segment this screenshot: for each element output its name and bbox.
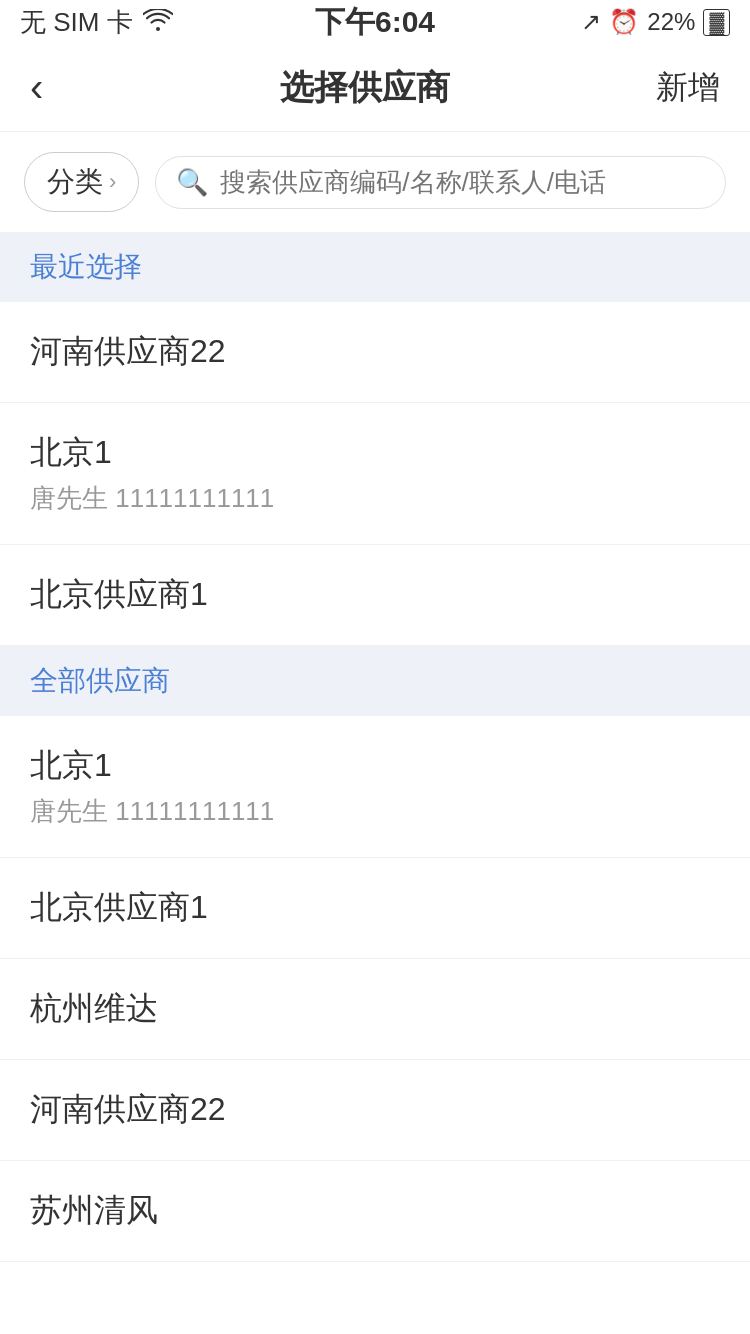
- status-time: 下午6:04: [315, 2, 435, 43]
- status-right: ↗ ⏰ 22% ▓: [581, 8, 730, 36]
- status-left: 无 SIM 卡: [20, 5, 173, 40]
- item-name: 北京1: [30, 431, 720, 475]
- item-name: 北京供应商1: [30, 573, 720, 617]
- add-button[interactable]: 新增: [640, 66, 720, 110]
- status-bar: 无 SIM 卡 下午6:04 ↗ ⏰ 22% ▓: [0, 0, 750, 44]
- search-box[interactable]: 🔍: [155, 156, 726, 209]
- item-name: 河南供应商22: [30, 330, 720, 374]
- filter-row: 分类 › 🔍: [0, 132, 750, 232]
- carrier-label: 无 SIM 卡: [20, 5, 133, 40]
- list-item[interactable]: 河南供应商22: [0, 302, 750, 403]
- list-item[interactable]: 北京1 唐先生 11111111111: [0, 403, 750, 545]
- location-icon: ↗: [581, 8, 601, 36]
- category-button[interactable]: 分类 ›: [24, 152, 139, 212]
- item-name: 北京1: [30, 744, 720, 788]
- list-item[interactable]: 北京1 唐先生 11111111111: [0, 716, 750, 858]
- item-sub: 唐先生 11111111111: [30, 794, 720, 829]
- battery-icon: ▓: [703, 9, 730, 36]
- back-button[interactable]: ‹: [30, 65, 90, 110]
- page-title: 选择供应商: [280, 65, 450, 111]
- category-label: 分类: [47, 163, 103, 201]
- item-name: 苏州清风: [30, 1189, 720, 1233]
- list-item[interactable]: 河南供应商22: [0, 1060, 750, 1161]
- list-item[interactable]: 苏州清风: [0, 1161, 750, 1262]
- item-name: 杭州维达: [30, 987, 720, 1031]
- search-input[interactable]: [220, 167, 705, 198]
- alarm-icon: ⏰: [609, 8, 639, 36]
- item-sub: 唐先生 11111111111: [30, 481, 720, 516]
- recent-list: 河南供应商22 北京1 唐先生 11111111111 北京供应商1: [0, 302, 750, 646]
- list-item[interactable]: 北京供应商1: [0, 858, 750, 959]
- list-item[interactable]: 北京供应商1: [0, 545, 750, 646]
- wifi-icon: [143, 7, 173, 38]
- all-list: 北京1 唐先生 11111111111 北京供应商1 杭州维达 河南供应商22 …: [0, 716, 750, 1262]
- search-icon: 🔍: [176, 167, 208, 198]
- recent-section-header: 最近选择: [0, 232, 750, 302]
- nav-bar: ‹ 选择供应商 新增: [0, 44, 750, 132]
- list-item[interactable]: 杭州维达: [0, 959, 750, 1060]
- chevron-right-icon: ›: [109, 169, 116, 195]
- item-name: 北京供应商1: [30, 886, 720, 930]
- item-name: 河南供应商22: [30, 1088, 720, 1132]
- all-section-header: 全部供应商: [0, 646, 750, 716]
- battery-label: 22%: [647, 8, 695, 36]
